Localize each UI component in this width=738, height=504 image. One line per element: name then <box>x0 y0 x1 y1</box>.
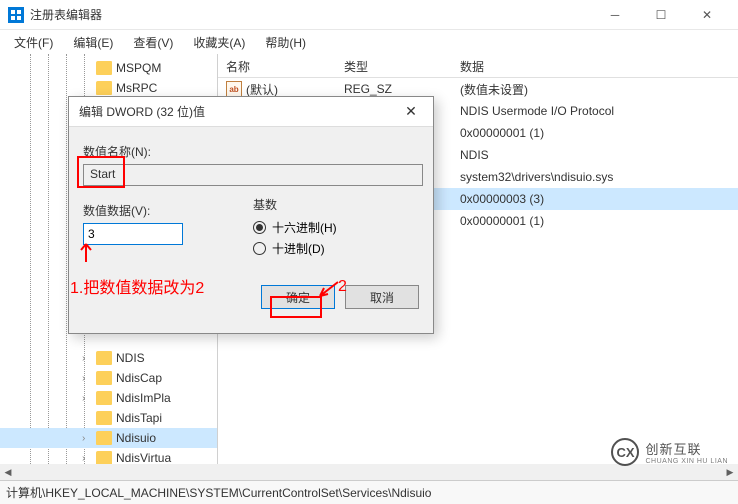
ok-button[interactable]: 确定 <box>261 285 335 309</box>
tree-item[interactable]: ›NDIS <box>0 348 217 368</box>
scroll-right-icon[interactable]: ▶ <box>722 464 738 480</box>
dialog-close-button[interactable]: ✕ <box>399 103 423 120</box>
window-title: 注册表编辑器 <box>30 6 592 23</box>
watermark: CX 创新互联 CHUANG XIN HU LIAN <box>611 438 728 466</box>
folder-icon <box>96 351 112 365</box>
value-name-label: 数值名称(N): <box>83 143 419 160</box>
value-data-label: 数值数据(V): <box>83 202 253 219</box>
edit-dword-dialog: 编辑 DWORD (32 位)值 ✕ 数值名称(N): Start 数值数据(V… <box>68 96 434 334</box>
folder-icon <box>96 371 112 385</box>
tree-item[interactable]: MSPQM <box>0 58 217 78</box>
h-scrollbar[interactable]: ◀ ▶ <box>0 464 738 480</box>
list-header: 名称 类型 数据 <box>218 54 738 78</box>
folder-icon <box>96 431 112 445</box>
watermark-logo-icon: CX <box>611 438 639 466</box>
col-data[interactable]: 数据 <box>452 54 738 77</box>
menubar: 文件(F) 编辑(E) 查看(V) 收藏夹(A) 帮助(H) <box>0 30 738 54</box>
dialog-titlebar: 编辑 DWORD (32 位)值 ✕ <box>69 97 433 127</box>
tree-item[interactable]: ›NdisImPla <box>0 388 217 408</box>
tree-item[interactable]: NdisTapi <box>0 408 217 428</box>
col-name[interactable]: 名称 <box>218 54 336 77</box>
value-name-field: Start <box>83 164 423 186</box>
tree-item[interactable]: MsRPC <box>0 78 217 98</box>
maximize-button[interactable]: ☐ <box>638 0 684 30</box>
status-path: 计算机\HKEY_LOCAL_MACHINE\SYSTEM\CurrentCon… <box>6 484 431 501</box>
value-data-input[interactable] <box>83 223 183 245</box>
col-type[interactable]: 类型 <box>336 54 452 77</box>
tree-item[interactable]: ›NdisCap <box>0 368 217 388</box>
close-button[interactable]: ✕ <box>684 0 730 30</box>
folder-icon <box>96 391 112 405</box>
folder-icon <box>96 61 112 75</box>
menu-file[interactable]: 文件(F) <box>4 31 63 54</box>
dialog-title-text: 编辑 DWORD (32 位)值 <box>79 103 399 120</box>
tree-item[interactable]: ›Ndisuio <box>0 428 217 448</box>
menu-edit[interactable]: 编辑(E) <box>63 31 123 54</box>
radio-icon <box>253 242 266 255</box>
radio-icon <box>253 221 266 234</box>
string-value-icon: ab <box>226 81 242 97</box>
radix-label: 基数 <box>253 196 337 213</box>
menu-view[interactable]: 查看(V) <box>123 31 183 54</box>
titlebar: 注册表编辑器 ─ ☐ ✕ <box>0 0 738 30</box>
minimize-button[interactable]: ─ <box>592 0 638 30</box>
menu-favorites[interactable]: 收藏夹(A) <box>183 31 255 54</box>
cancel-button[interactable]: 取消 <box>345 285 419 309</box>
menu-help[interactable]: 帮助(H) <box>255 31 316 54</box>
folder-icon <box>96 411 112 425</box>
folder-icon <box>96 81 112 95</box>
regedit-icon <box>8 7 24 23</box>
scroll-left-icon[interactable]: ◀ <box>0 464 16 480</box>
radix-hex-radio[interactable]: 十六进制(H) <box>253 219 337 236</box>
folder-icon <box>96 451 112 465</box>
statusbar: 计算机\HKEY_LOCAL_MACHINE\SYSTEM\CurrentCon… <box>0 480 738 504</box>
radix-dec-radio[interactable]: 十进制(D) <box>253 240 337 257</box>
